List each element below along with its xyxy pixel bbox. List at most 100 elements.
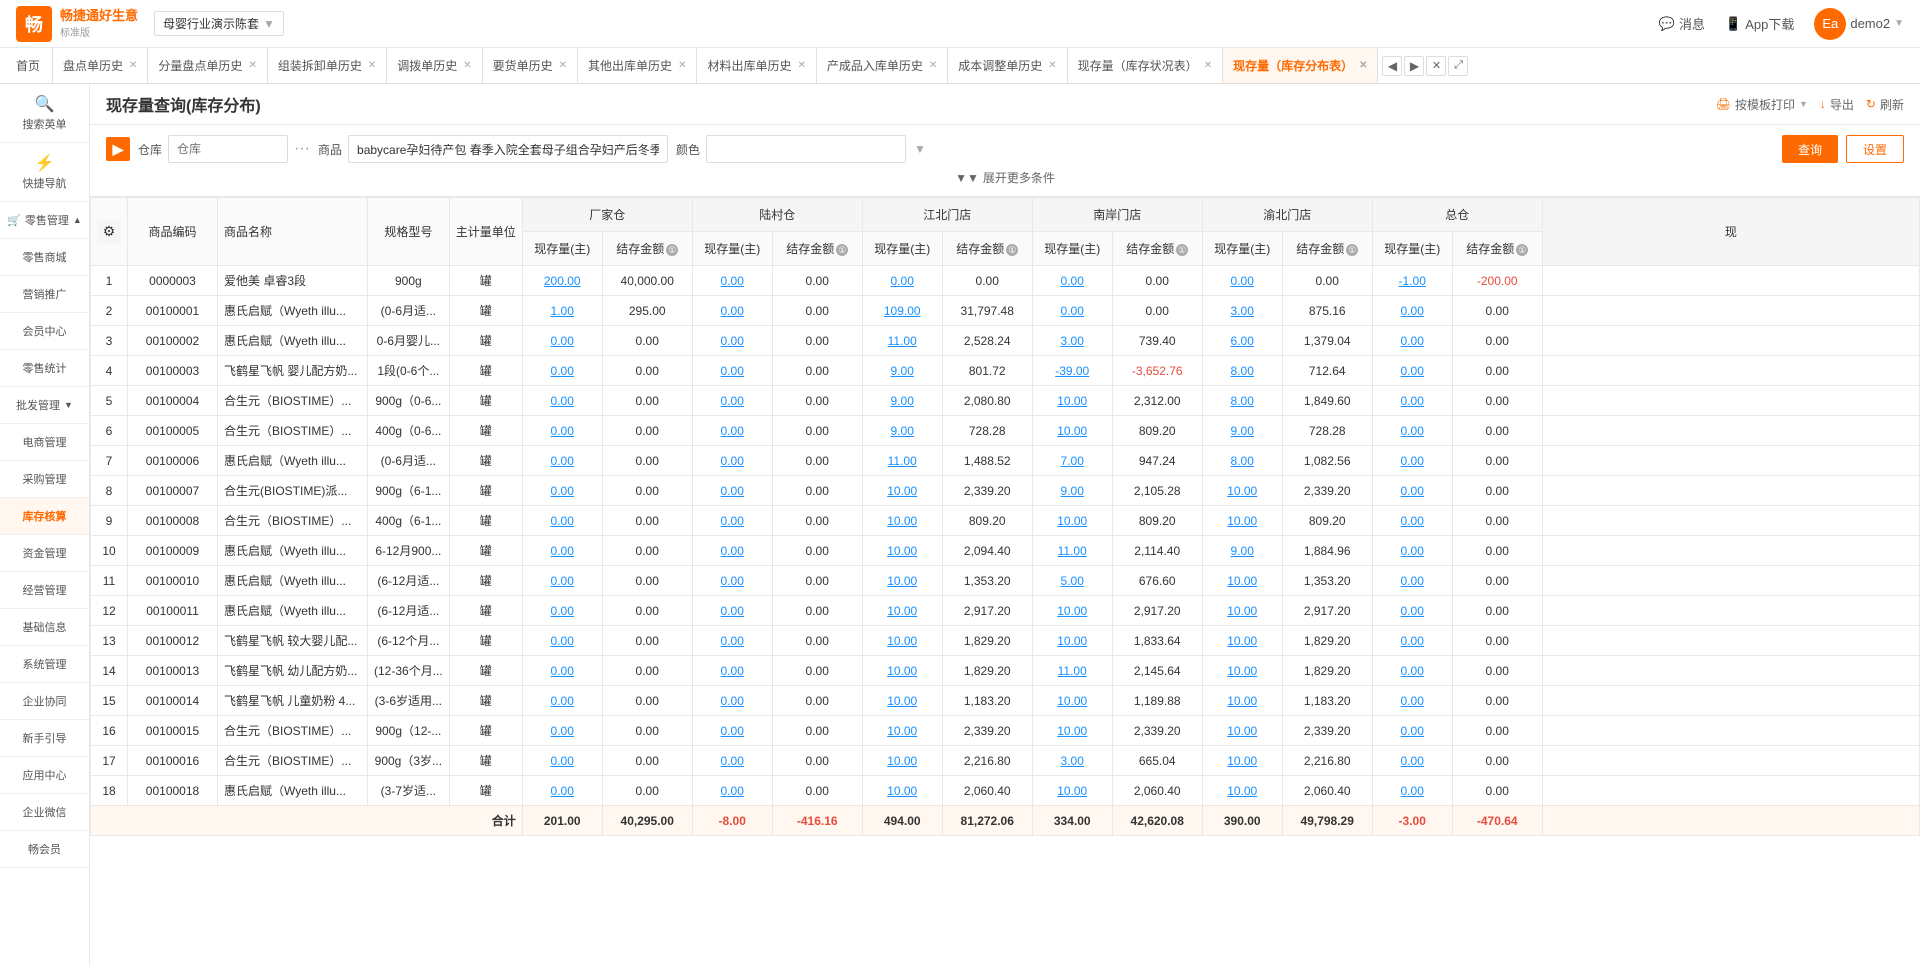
expand-more-btn[interactable]: ▼▼ 展开更多条件 xyxy=(106,169,1904,186)
tab-stock-dist[interactable]: 现存量（库存分布表） ✕ xyxy=(1223,48,1378,84)
tab-other-out[interactable]: 其他出库单历史 ✕ xyxy=(578,48,697,84)
sidebar-item-marketing[interactable]: 营销推广 xyxy=(0,276,89,313)
row-yubei-cur[interactable]: 10.00 xyxy=(1202,776,1282,806)
row-nanan-cur[interactable]: 11.00 xyxy=(1032,536,1112,566)
close-icon[interactable]: ✕ xyxy=(1359,60,1367,71)
row-nanan-cur[interactable]: 7.00 xyxy=(1032,446,1112,476)
row-yubei-cur[interactable]: 10.00 xyxy=(1202,566,1282,596)
row-yubei-cur[interactable]: 3.00 xyxy=(1202,296,1282,326)
close-icon[interactable]: ✕ xyxy=(559,60,567,71)
row-nanan-cur[interactable]: 10.00 xyxy=(1032,776,1112,806)
color-input[interactable] xyxy=(706,135,906,163)
row-yubei-cur[interactable]: 10.00 xyxy=(1202,686,1282,716)
close-icon[interactable]: ✕ xyxy=(1204,60,1212,71)
sidebar-item-ecommerce[interactable]: 电商管理 xyxy=(0,424,89,461)
tabs-expand-btn[interactable]: ⤢ xyxy=(1448,56,1468,76)
tab-combo[interactable]: 组装拆卸单历史 ✕ xyxy=(268,48,387,84)
sidebar-item-vip[interactable]: 畅会员 xyxy=(0,831,89,868)
settings-button[interactable]: 设置 xyxy=(1846,135,1904,163)
tab-requisition[interactable]: 要货单历史 ✕ xyxy=(483,48,578,84)
warehouse-input[interactable] xyxy=(168,135,288,163)
row-total-cur[interactable]: 0.00 xyxy=(1372,506,1452,536)
industry-dropdown[interactable]: 母婴行业演示陈套 ▼ xyxy=(154,11,284,36)
row-yubei-cur[interactable]: 10.00 xyxy=(1202,506,1282,536)
row-changjia-cur[interactable]: 0.00 xyxy=(522,746,602,776)
query-button[interactable]: 查询 xyxy=(1782,135,1838,163)
row-jiangbei-cur[interactable]: 10.00 xyxy=(862,566,942,596)
row-yubei-cur[interactable]: 8.00 xyxy=(1202,386,1282,416)
row-total-cur[interactable]: 0.00 xyxy=(1372,386,1452,416)
row-jiangbei-cur[interactable]: 10.00 xyxy=(862,746,942,776)
row-changjia-cur[interactable]: 0.00 xyxy=(522,416,602,446)
row-lucun-cur[interactable]: 0.00 xyxy=(692,326,772,356)
row-lucun-cur[interactable]: 0.00 xyxy=(692,596,772,626)
info-icon[interactable]: ① xyxy=(1346,244,1358,256)
row-lucun-cur[interactable]: 0.00 xyxy=(692,536,772,566)
row-lucun-cur[interactable]: 0.00 xyxy=(692,776,772,806)
close-icon[interactable]: ✕ xyxy=(463,60,471,71)
row-nanan-cur[interactable]: 10.00 xyxy=(1032,386,1112,416)
tab-material-out[interactable]: 材料出库单历史 ✕ xyxy=(697,48,816,84)
row-lucun-cur[interactable]: 0.00 xyxy=(692,656,772,686)
info-icon[interactable]: ① xyxy=(836,244,848,256)
row-changjia-cur[interactable]: 0.00 xyxy=(522,536,602,566)
row-total-cur[interactable]: 0.00 xyxy=(1372,716,1452,746)
close-icon[interactable]: ✕ xyxy=(368,60,376,71)
row-jiangbei-cur[interactable]: 10.00 xyxy=(862,626,942,656)
sidebar-item-retail-shop[interactable]: 零售商城 xyxy=(0,239,89,276)
row-changjia-cur[interactable]: 0.00 xyxy=(522,776,602,806)
message-btn[interactable]: 💬 消息 xyxy=(1659,14,1705,33)
tabs-next-btn[interactable]: ▶ xyxy=(1404,56,1424,76)
close-icon[interactable]: ✕ xyxy=(797,60,805,71)
row-nanan-cur[interactable]: 10.00 xyxy=(1032,506,1112,536)
sidebar-item-operations[interactable]: 经营管理 xyxy=(0,572,89,609)
row-nanan-cur[interactable]: 10.00 xyxy=(1032,596,1112,626)
row-jiangbei-cur[interactable]: 10.00 xyxy=(862,716,942,746)
row-lucun-cur[interactable]: 0.00 xyxy=(692,626,772,656)
tab-cost-adjust[interactable]: 成本调整单历史 ✕ xyxy=(948,48,1067,84)
close-icon[interactable]: ✕ xyxy=(248,60,256,71)
row-jiangbei-cur[interactable]: 10.00 xyxy=(862,686,942,716)
tabs-close-btn[interactable]: ✕ xyxy=(1426,56,1446,76)
row-nanan-cur[interactable]: 11.00 xyxy=(1032,656,1112,686)
row-total-cur[interactable]: 0.00 xyxy=(1372,656,1452,686)
row-yubei-cur[interactable]: 10.00 xyxy=(1202,476,1282,506)
row-yubei-cur[interactable]: 8.00 xyxy=(1202,446,1282,476)
sidebar-item-inventory[interactable]: 库存核算 xyxy=(0,498,89,535)
row-yubei-cur[interactable]: 10.00 xyxy=(1202,716,1282,746)
row-changjia-cur[interactable]: 0.00 xyxy=(522,716,602,746)
close-icon[interactable]: ✕ xyxy=(129,60,137,71)
refresh-btn[interactable]: ↻ 刷新 xyxy=(1866,96,1904,113)
sidebar-item-quicknav[interactable]: ⚡ 快捷导航 xyxy=(0,143,89,202)
row-lucun-cur[interactable]: 0.00 xyxy=(692,716,772,746)
row-jiangbei-cur[interactable]: 10.00 xyxy=(862,656,942,686)
row-jiangbei-cur[interactable]: 10.00 xyxy=(862,536,942,566)
row-changjia-cur[interactable]: 0.00 xyxy=(522,656,602,686)
row-total-cur[interactable]: 0.00 xyxy=(1372,686,1452,716)
info-icon[interactable]: ① xyxy=(1516,244,1528,256)
row-nanan-cur[interactable]: -39.00 xyxy=(1032,356,1112,386)
app-download-btn[interactable]: 📱 App下载 xyxy=(1725,14,1794,33)
sidebar-item-retail-stats[interactable]: 零售统计 xyxy=(0,350,89,387)
row-changjia-cur[interactable]: 0.00 xyxy=(522,686,602,716)
tab-stock-status[interactable]: 现存量（库存状况表） ✕ xyxy=(1068,48,1223,84)
close-icon[interactable]: ✕ xyxy=(678,60,686,71)
row-jiangbei-cur[interactable]: 10.00 xyxy=(862,506,942,536)
user-area[interactable]: Ea demo2 ▼ xyxy=(1814,8,1904,40)
row-lucun-cur[interactable]: 0.00 xyxy=(692,566,772,596)
sidebar-item-retail-mgmt[interactable]: 🛒 零售管理 ▲ xyxy=(0,202,89,239)
row-changjia-cur[interactable]: 1.00 xyxy=(522,296,602,326)
settings-icon[interactable]: ⚙ xyxy=(97,220,121,244)
row-yubei-cur[interactable]: 9.00 xyxy=(1202,416,1282,446)
sidebar-item-guide[interactable]: 新手引导 xyxy=(0,720,89,757)
row-yubei-cur[interactable]: 9.00 xyxy=(1202,536,1282,566)
row-nanan-cur[interactable]: 3.00 xyxy=(1032,326,1112,356)
row-jiangbei-cur[interactable]: 10.00 xyxy=(862,776,942,806)
row-nanan-cur[interactable]: 0.00 xyxy=(1032,266,1112,296)
export-btn[interactable]: ↓ 导出 xyxy=(1820,96,1854,113)
row-changjia-cur[interactable]: 0.00 xyxy=(522,386,602,416)
row-total-cur[interactable]: 0.00 xyxy=(1372,356,1452,386)
row-yubei-cur[interactable]: 10.00 xyxy=(1202,656,1282,686)
row-total-cur[interactable]: 0.00 xyxy=(1372,446,1452,476)
row-yubei-cur[interactable]: 0.00 xyxy=(1202,266,1282,296)
